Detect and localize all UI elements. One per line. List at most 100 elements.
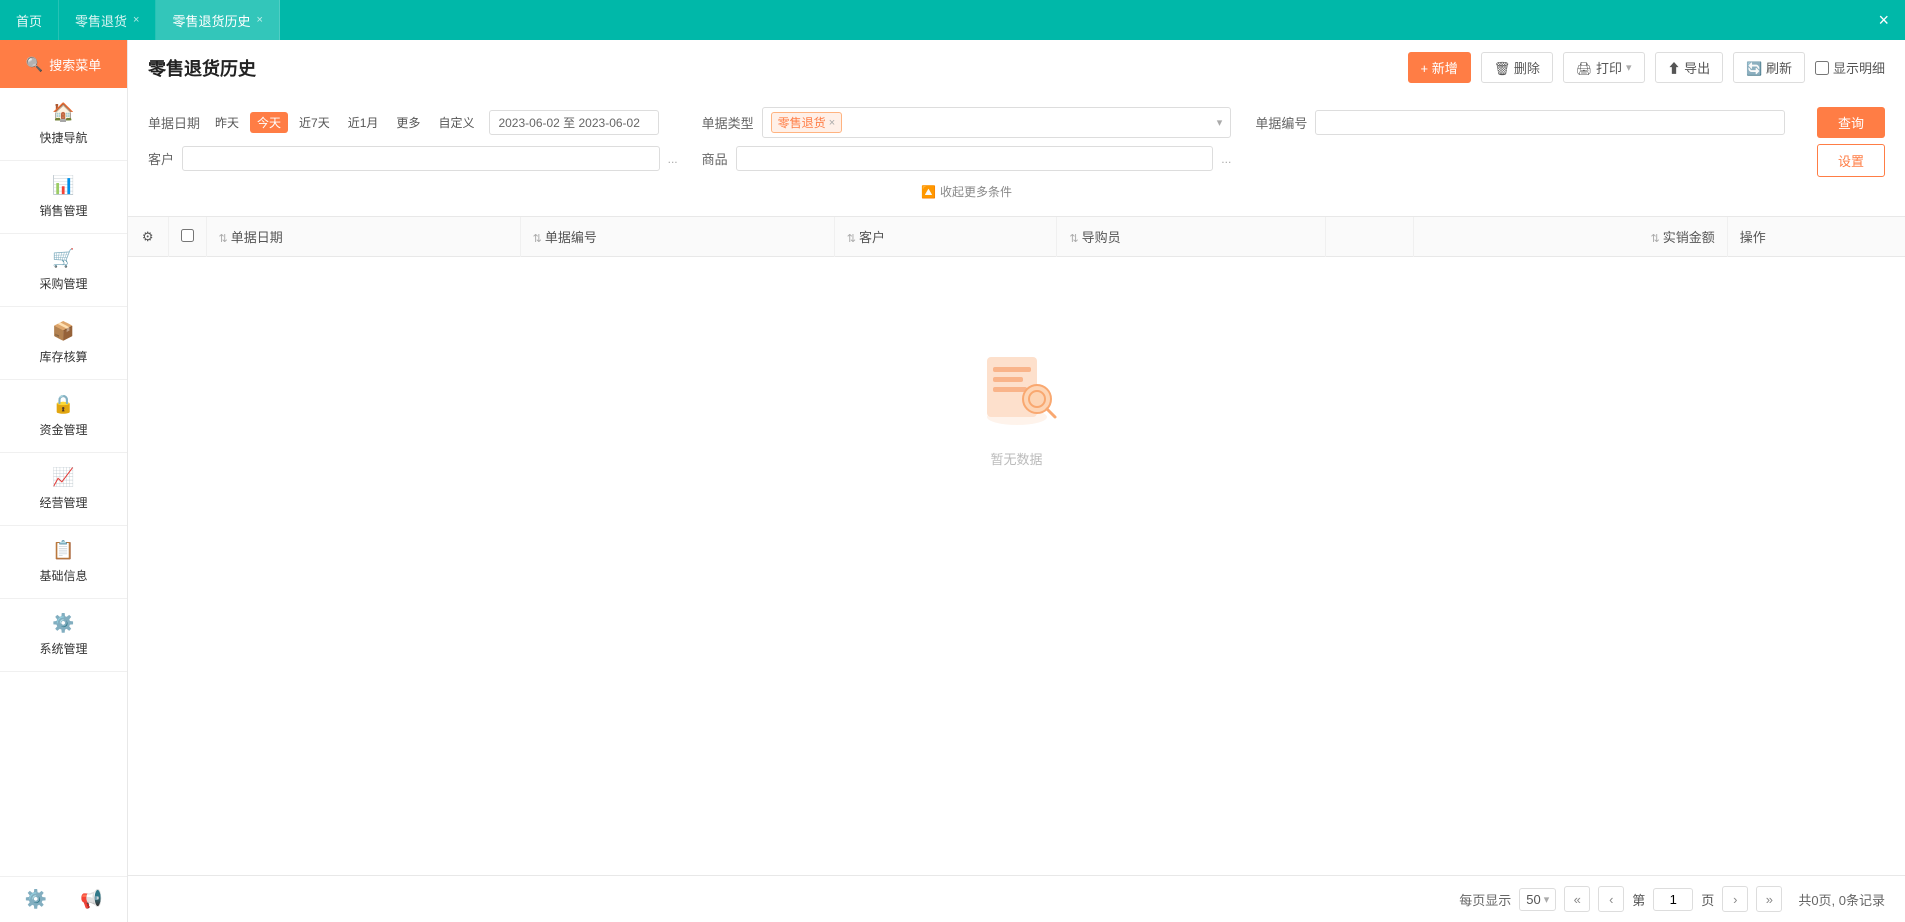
sidebar-search-label: 搜索菜单 xyxy=(49,55,101,74)
goods-ellipsis-btn[interactable]: ... xyxy=(1221,152,1231,166)
total-info: 共0页, 0条记录 xyxy=(1798,890,1885,909)
tab-retail-return-close[interactable]: × xyxy=(133,15,139,26)
refresh-button[interactable]: 🔄 刷新 xyxy=(1733,52,1805,83)
filter-settings-label: 设置 xyxy=(1838,154,1864,169)
export-button[interactable]: ⬆ 导出 xyxy=(1655,52,1724,83)
table-body: 暂无数据 xyxy=(128,257,1905,549)
sidebar-item-basic-info[interactable]: 📋 基础信息 xyxy=(0,526,127,599)
top-bar: 首页 零售退货 × 零售退货历史 × × xyxy=(0,0,1905,40)
col-customer[interactable]: 客户 xyxy=(834,217,1057,257)
new-button[interactable]: + 新增 xyxy=(1408,52,1471,83)
date-custom-btn[interactable]: 自定义 xyxy=(431,112,481,133)
col-actual-amount[interactable]: 实销金额 xyxy=(1413,217,1727,257)
sidebar-item-quick-nav-label: 快捷导航 xyxy=(39,129,87,146)
filter-section: 单据日期 昨天 今天 近7天 近1月 更多 自定义 xyxy=(148,107,1885,208)
date-7days-btn[interactable]: 近7天 xyxy=(292,112,337,133)
filter-doc-type-field: 单据类型 零售退货 × ▾ xyxy=(702,107,1232,138)
sidebar-item-inventory[interactable]: 📦 库存核算 xyxy=(0,307,127,380)
basic-info-icon: 📋 xyxy=(52,540,74,561)
collapse-btn[interactable]: 🔼 收起更多条件 xyxy=(148,179,1785,208)
export-button-label: ⬆ 导出 xyxy=(1668,58,1711,77)
page-end-word: 页 xyxy=(1701,890,1714,909)
filter-settings-button[interactable]: 设置 xyxy=(1817,144,1885,177)
doc-type-tag: 零售退货 × xyxy=(771,112,842,133)
delete-button[interactable]: 🗑 删除 xyxy=(1481,52,1553,83)
col-doc-no[interactable]: 单据编号 xyxy=(520,217,834,257)
page-size-arrow: ▾ xyxy=(1544,893,1550,906)
date-1month-btn[interactable]: 近1月 xyxy=(341,112,386,133)
print-chevron-icon: ▾ xyxy=(1626,61,1632,74)
tab-retail-return[interactable]: 零售退货 × xyxy=(59,0,156,40)
sidebar-volume-icon[interactable]: 📢 xyxy=(80,889,102,910)
col-doc-date[interactable]: 单据日期 xyxy=(206,217,520,257)
filter-actions: 查询 设置 xyxy=(1817,107,1885,177)
first-page-btn[interactable]: « xyxy=(1564,886,1590,912)
page-number-input[interactable] xyxy=(1653,888,1693,911)
date-today-btn[interactable]: 今天 xyxy=(250,112,288,133)
filter-row-1: 单据日期 昨天 今天 近7天 近1月 更多 自定义 xyxy=(148,107,1785,138)
tab-retail-return-label: 零售退货 xyxy=(75,11,127,30)
tab-home[interactable]: 首页 xyxy=(0,0,59,40)
purchase-icon: 🛒 xyxy=(52,248,74,269)
sidebar-item-purchase[interactable]: 🛒 采购管理 xyxy=(0,234,127,307)
date-yesterday-btn[interactable]: 昨天 xyxy=(208,112,246,133)
tab-retail-return-history[interactable]: 零售退货历史 × xyxy=(156,0,279,40)
sidebar-item-sales-label: 销售管理 xyxy=(39,202,87,219)
filter-fields: 单据日期 昨天 今天 近7天 近1月 更多 自定义 xyxy=(148,107,1785,208)
quick-date-buttons: 昨天 今天 近7天 近1月 更多 自定义 xyxy=(208,112,481,133)
sidebar-item-operations[interactable]: 📈 经营管理 xyxy=(0,453,127,526)
doc-type-select[interactable]: 零售退货 × ▾ xyxy=(762,107,1232,138)
new-button-label: + 新增 xyxy=(1421,58,1458,77)
date-filter-label: 单据日期 xyxy=(148,113,200,132)
customer-ellipsis-btn[interactable]: ... xyxy=(668,152,678,166)
filter-row-2: 客户 ... 商品 ... xyxy=(148,146,1785,171)
sidebar-item-sales[interactable]: 📊 销售管理 xyxy=(0,161,127,234)
query-button[interactable]: 查询 xyxy=(1817,107,1885,138)
sidebar-item-finance[interactable]: 🔒 资金管理 xyxy=(0,380,127,453)
tab-retail-return-history-label: 零售退货历史 xyxy=(172,11,250,30)
collapse-label: 收起更多条件 xyxy=(940,183,1012,200)
empty-state-text: 暂无数据 xyxy=(990,449,1042,468)
date-range-input[interactable]: 2023-06-02 至 2023-06-02 xyxy=(489,110,659,135)
prev-page-btn[interactable]: ‹ xyxy=(1598,886,1624,912)
main-layout: 🔍 搜索菜单 🏠 快捷导航 📊 销售管理 🛒 采购管理 📦 库存核算 🔒 资金管… xyxy=(0,40,1905,922)
sales-icon: 📊 xyxy=(52,175,74,196)
col-checkbox[interactable] xyxy=(168,217,206,257)
tab-retail-return-history-close[interactable]: × xyxy=(256,15,262,26)
empty-icon xyxy=(967,337,1067,437)
query-button-label: 查询 xyxy=(1838,116,1864,131)
next-page-btn[interactable]: › xyxy=(1722,886,1748,912)
date-more-btn[interactable]: 更多 xyxy=(389,112,427,133)
page-size-select[interactable]: 50 ▾ xyxy=(1519,888,1556,911)
display-detail-checkbox[interactable] xyxy=(1815,61,1829,75)
doc-type-tag-remove[interactable]: × xyxy=(829,117,835,129)
empty-row: 暂无数据 xyxy=(128,257,1905,549)
col-doc-date-label: 单据日期 xyxy=(231,230,283,245)
inventory-icon: 📦 xyxy=(52,321,74,342)
goods-filter-label: 商品 xyxy=(702,149,728,168)
sidebar-item-basic-info-label: 基础信息 xyxy=(39,567,87,584)
window-close-button[interactable]: × xyxy=(1862,0,1905,40)
doc-no-input[interactable] xyxy=(1315,110,1785,135)
sidebar-search-button[interactable]: 🔍 搜索菜单 xyxy=(0,40,127,88)
table-container: ⚙ 单据日期 单据编号 客户 xyxy=(128,217,1905,875)
settings-icon[interactable]: ⚙ xyxy=(142,229,154,244)
page-title: 零售退货历史 xyxy=(148,55,256,81)
col-operations-label: 操作 xyxy=(1740,230,1766,245)
last-page-btn[interactable]: » xyxy=(1756,886,1782,912)
sidebar-item-quick-nav[interactable]: 🏠 快捷导航 xyxy=(0,88,127,161)
print-button[interactable]: 🖨 打印 ▾ xyxy=(1563,52,1645,83)
display-detail-checkbox-label[interactable]: 显示明细 xyxy=(1815,58,1885,77)
select-all-checkbox[interactable] xyxy=(181,229,194,242)
date-range-value: 2023-06-02 至 2023-06-02 xyxy=(498,114,639,131)
col-guide[interactable]: 导购员 xyxy=(1057,217,1325,257)
data-table: ⚙ 单据日期 单据编号 客户 xyxy=(128,217,1905,548)
empty-state: 暂无数据 xyxy=(128,257,1905,548)
sidebar-settings-icon[interactable]: ⚙️ xyxy=(25,889,47,910)
customer-input[interactable] xyxy=(182,146,660,171)
sidebar-item-system[interactable]: ⚙️ 系统管理 xyxy=(0,599,127,672)
col-settings[interactable]: ⚙ xyxy=(128,217,168,257)
goods-input[interactable] xyxy=(736,146,1214,171)
sidebar-item-operations-label: 经营管理 xyxy=(39,494,87,511)
page-header: 零售退货历史 + 新增 🗑 删除 🖨 打印 ▾ ⬆ 导出 xyxy=(128,40,1905,217)
